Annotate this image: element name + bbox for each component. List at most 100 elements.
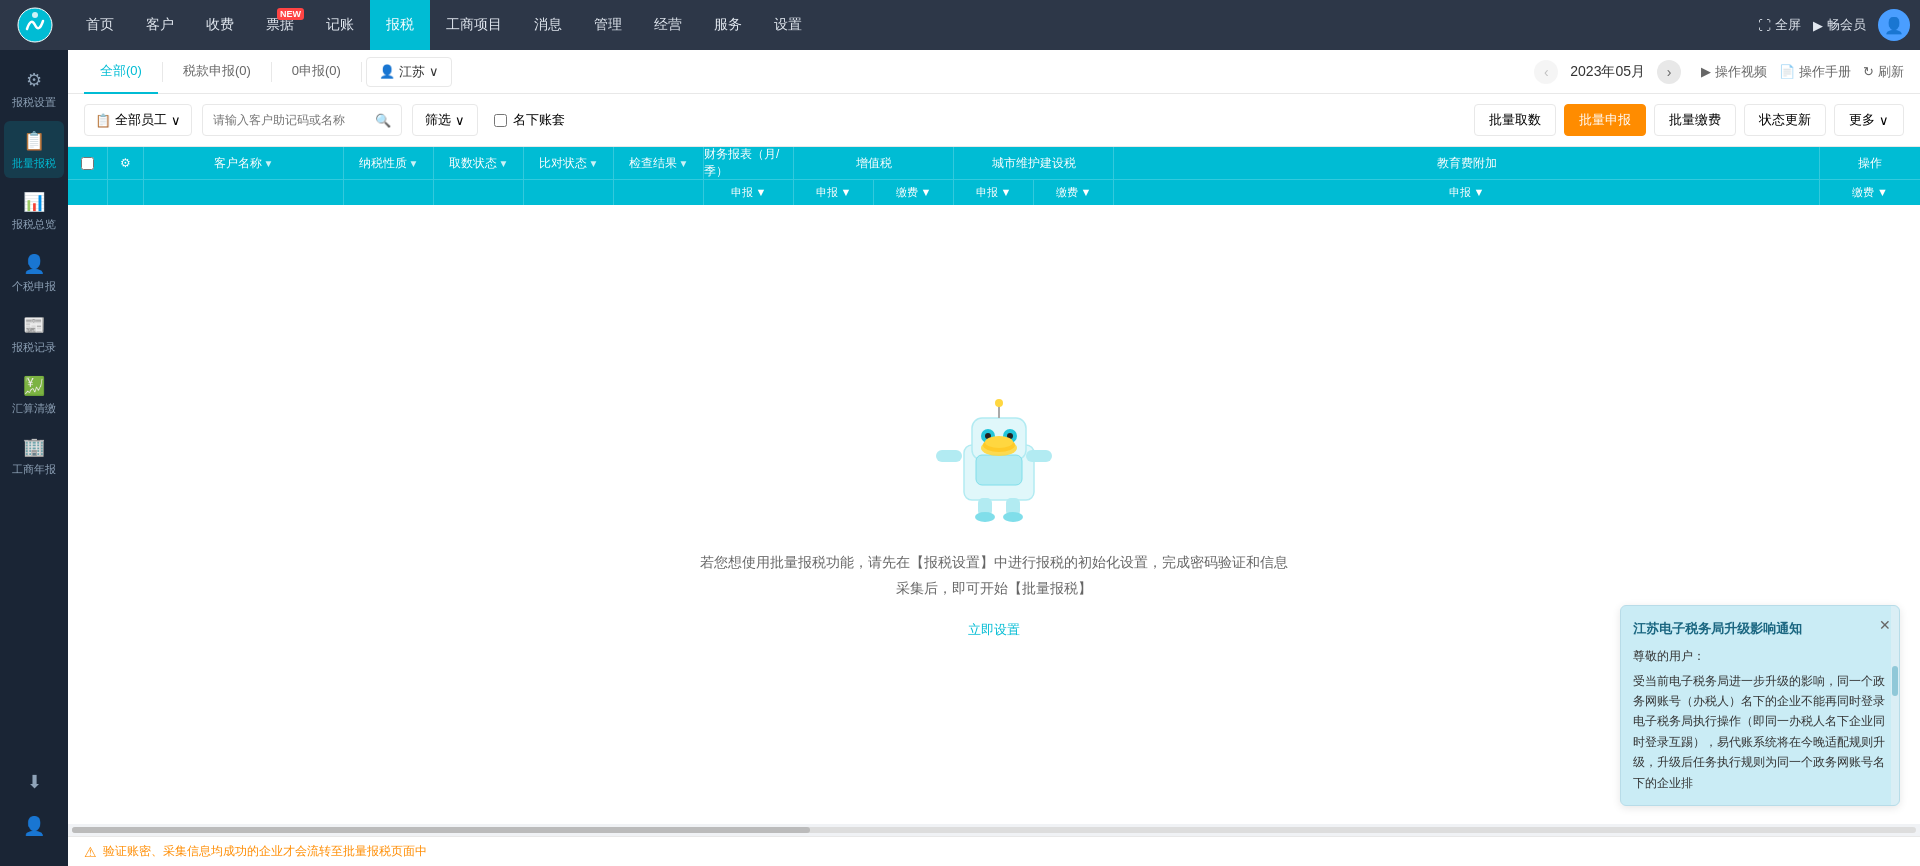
operation-video-link[interactable]: ▶ 操作视频 (1701, 63, 1767, 81)
scrollbar-track (72, 827, 1916, 833)
personal-tax-icon: 👤 (22, 252, 46, 276)
sidebar-item-user[interactable]: 👤 (4, 806, 64, 846)
th-city-declare: 申报 ▼ (954, 180, 1034, 205)
table-header: ⚙ 客户名称▼ 纳税性质▼ 取数状态▼ 比对状态▼ 检查结果 (68, 147, 1920, 205)
robot-illustration (914, 390, 1074, 530)
tab-divider-2 (271, 62, 272, 82)
svg-point-19 (1003, 512, 1023, 522)
nav-invoice[interactable]: 票据 NEW (250, 0, 310, 50)
tab-all[interactable]: 全部(0) (84, 50, 158, 94)
tax-overview-icon: 📊 (22, 190, 46, 214)
sidebar-item-personal-tax[interactable]: 👤 个税申报 (4, 244, 64, 301)
sidebar-item-settlement[interactable]: 💹 汇算清缴 (4, 366, 64, 423)
svg-point-1 (32, 12, 38, 18)
sidebar-label-settlement: 汇算清缴 (12, 402, 56, 415)
th-customer-name: 客户名称▼ (144, 147, 344, 179)
toolbar-right: 批量取数 批量申报 批量缴费 状态更新 更多 ∨ (1474, 104, 1904, 136)
tab-divider-1 (162, 62, 163, 82)
th-fin-declare: 申报 ▼ (704, 180, 794, 205)
prev-month-button[interactable]: ‹ (1534, 60, 1558, 84)
nav-settings[interactable]: 设置 (758, 0, 818, 50)
fullscreen-button[interactable]: ⛶ 全屏 (1758, 16, 1801, 34)
sidebar-label-personal-tax: 个税申报 (12, 280, 56, 293)
video-icon: ▶ (1701, 64, 1711, 79)
sidebar-item-annual-report[interactable]: 🏢 工商年报 (4, 427, 64, 484)
tab-divider-3 (361, 62, 362, 82)
settlement-icon: 💹 (22, 374, 46, 398)
svg-rect-12 (976, 455, 1022, 485)
search-box: 🔍 (202, 104, 402, 136)
month-nav: ‹ 2023年05月 › (1534, 60, 1681, 84)
scrollbar-thumb (72, 827, 810, 833)
nav-right: ⛶ 全屏 ▶ 畅会员 👤 (1758, 9, 1910, 41)
search-input[interactable] (213, 113, 369, 127)
nav-customer[interactable]: 客户 (130, 0, 190, 50)
avatar-icon: 👤 (1884, 16, 1904, 35)
sidebar-item-tax-settings[interactable]: ⚙ 报税设置 (4, 60, 64, 117)
sidebar-label-tax-records: 报税记录 (12, 341, 56, 354)
nav-business[interactable]: 工商项目 (430, 0, 518, 50)
notification-scrollbar[interactable] (1891, 606, 1899, 805)
member-button[interactable]: ▶ 畅会员 (1813, 16, 1866, 34)
checkbox-label[interactable]: 名下账套 (494, 111, 565, 129)
filter-button[interactable]: 筛选 ∨ (412, 104, 478, 136)
th-vat-group: 增值税 (794, 147, 954, 179)
sidebar-label-tax-settings: 报税设置 (12, 96, 56, 109)
logo[interactable] (10, 5, 60, 45)
svg-rect-10 (936, 450, 962, 462)
th-education-group: 教育费附加 (1114, 147, 1820, 179)
next-month-button[interactable]: › (1657, 60, 1681, 84)
batch-declare-button[interactable]: 批量申报 (1564, 104, 1646, 136)
bottom-scrollbar[interactable] (68, 824, 1920, 836)
nav-fees[interactable]: 收费 (190, 0, 250, 50)
nav-operation[interactable]: 经营 (638, 0, 698, 50)
employee-dropdown-icon: ∨ (171, 113, 181, 128)
status-update-button[interactable]: 状态更新 (1744, 104, 1826, 136)
nav-home[interactable]: 首页 (70, 0, 130, 50)
tax-settings-icon: ⚙ (22, 68, 46, 92)
annual-report-icon: 🏢 (22, 435, 46, 459)
notification-content: 受当前电子税务局进一步升级的影响，同一个政务网账号（办税人）名下的企业不能再同时… (1633, 671, 1887, 793)
refresh-link[interactable]: ↻ 刷新 (1863, 63, 1904, 81)
operation-manual-link[interactable]: 📄 操作手册 (1779, 63, 1851, 81)
sidebar-item-tax-records[interactable]: 📰 报税记录 (4, 305, 64, 362)
employee-select[interactable]: 📋 全部员工 ∨ (84, 104, 192, 136)
refresh-icon: ↻ (1863, 64, 1874, 79)
user-icon: 👤 (22, 814, 46, 838)
more-button[interactable]: 更多 ∨ (1834, 104, 1904, 136)
toolbar: 📋 全部员工 ∨ 🔍 筛选 ∨ 名下账套 批量取数 批量申报 批量缴费 状态更新 (68, 94, 1920, 147)
under-account-checkbox[interactable] (494, 114, 507, 127)
svg-point-18 (975, 512, 995, 522)
batch-pay-button[interactable]: 批量缴费 (1654, 104, 1736, 136)
notification-close-button[interactable]: ✕ (1879, 614, 1891, 638)
sidebar-item-batch-tax[interactable]: 📋 批量报税 (4, 121, 64, 178)
tab-zero-declaration[interactable]: 0申报(0) (276, 50, 357, 94)
th-fetch-status: 取数状态▼ (434, 147, 524, 179)
nav-bookkeeping[interactable]: 记账 (310, 0, 370, 50)
nav-tax[interactable]: 报税 (370, 0, 430, 50)
nav-manage[interactable]: 管理 (578, 0, 638, 50)
th-edu-pay: 缴费 ▼ (1820, 180, 1920, 205)
notification-greeting: 尊敬的用户： (1633, 646, 1887, 666)
th-financial-report: 财务报表（月/季） (704, 147, 794, 179)
nav-message[interactable]: 消息 (518, 0, 578, 50)
region-selector[interactable]: 👤 江苏 ∨ (366, 57, 452, 87)
nav-service[interactable]: 服务 (698, 0, 758, 50)
sidebar-bottom: ⬇ 👤 (4, 762, 64, 866)
notification-panel: 江苏电子税务局升级影响通知 ✕ 尊敬的用户： 受当前电子税务局进一步升级的影响，… (1620, 605, 1900, 806)
sidebar-label-tax-overview: 报税总览 (12, 218, 56, 231)
status-warning: ⚠ 验证账密、采集信息均成功的企业才会流转至批量报税页面中 (84, 843, 427, 860)
batch-fetch-button[interactable]: 批量取数 (1474, 104, 1556, 136)
select-all-checkbox[interactable] (81, 157, 94, 170)
main-layout: ⚙ 报税设置 📋 批量报税 📊 报税总览 👤 个税申报 📰 报税记录 💹 汇算清… (0, 50, 1920, 866)
th-tax-nature: 纳税性质▼ (344, 147, 434, 179)
sidebar-item-download[interactable]: ⬇ (4, 762, 64, 802)
region-dropdown-icon: ∨ (429, 64, 439, 79)
avatar[interactable]: 👤 (1878, 9, 1910, 41)
th-city-group: 城市维护建设税 (954, 147, 1114, 179)
tab-tax-declaration[interactable]: 税款申报(0) (167, 50, 267, 94)
sidebar-item-tax-overview[interactable]: 📊 报税总览 (4, 182, 64, 239)
filter-dropdown-icon: ∨ (455, 113, 465, 128)
setup-link[interactable]: 立即设置 (968, 621, 1020, 639)
sidebar-label-annual-report: 工商年报 (12, 463, 56, 476)
